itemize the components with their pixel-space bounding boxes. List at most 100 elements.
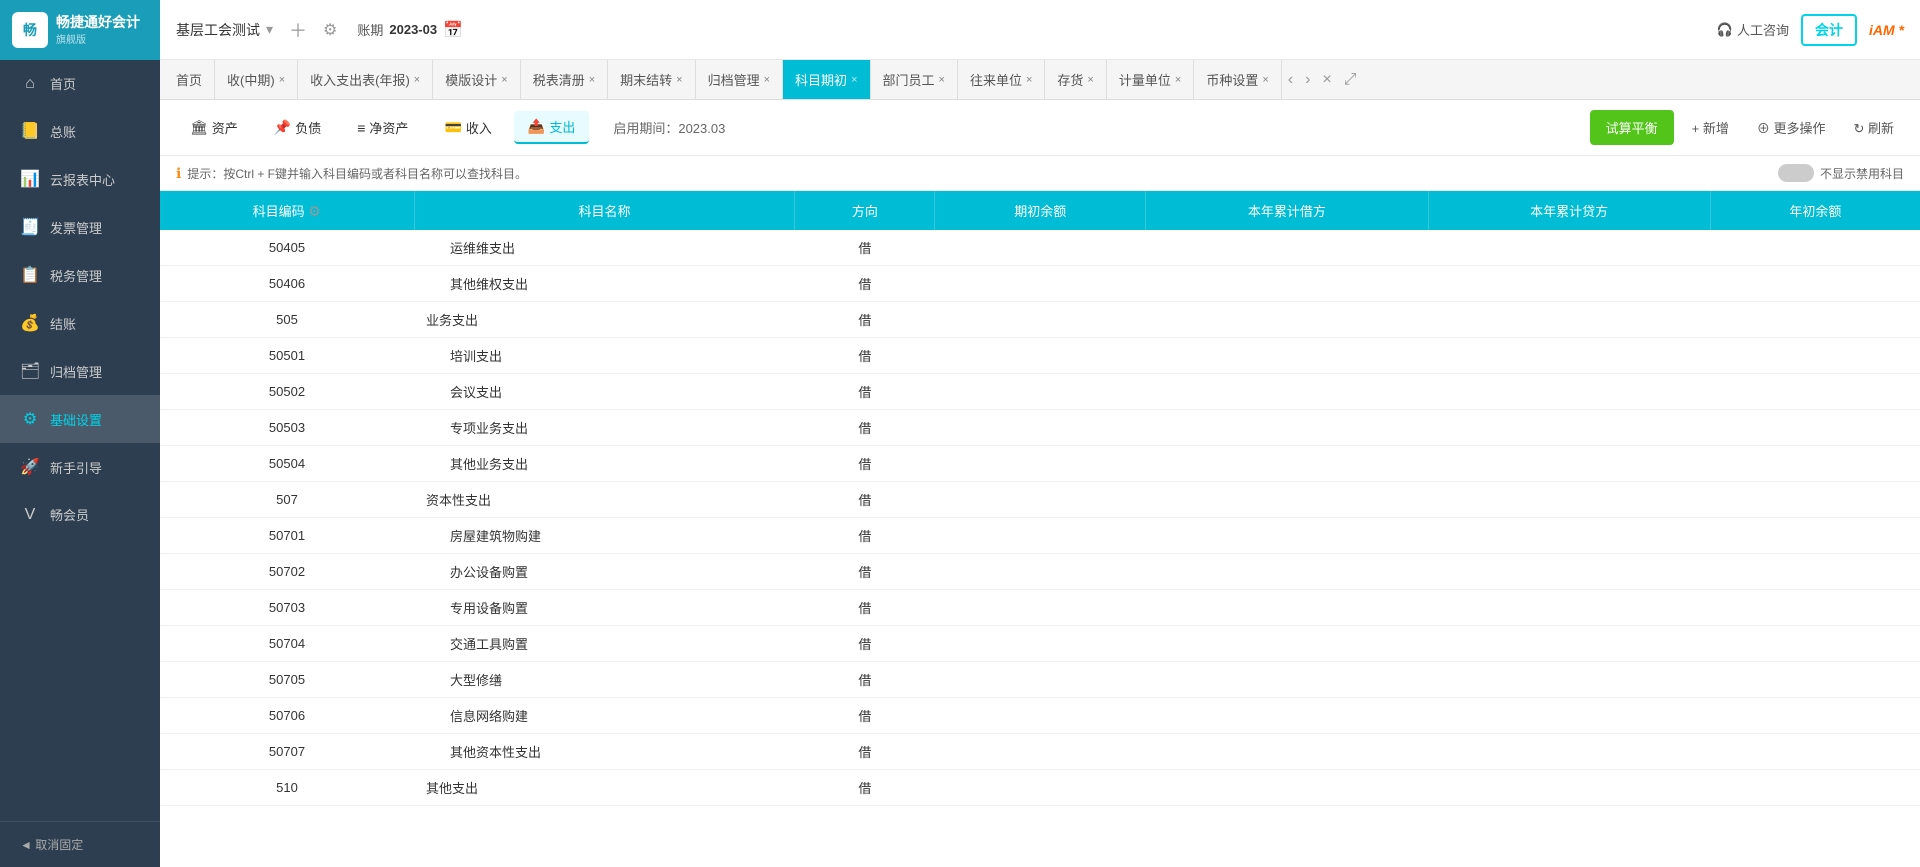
tab-close-subject_init[interactable]: × <box>851 74 857 86</box>
sub-header-actions: 试算平衡 + 新增 ⊕ 更多操作↻ 刷新 <box>1590 110 1904 145</box>
tab-label-measure_unit: 计量单位 <box>1119 70 1171 89</box>
tip-text: ℹ 提示：按Ctrl + F键并输入科目编码或者科目名称可以查找科目。 <box>176 165 527 182</box>
row-code: 50703 <box>160 590 414 626</box>
category-asset[interactable]: 🏛 资产 <box>176 112 252 143</box>
tab-close-dept_staff[interactable]: × <box>939 74 945 86</box>
tab-close-inventory[interactable]: × <box>1087 74 1093 86</box>
sidebar-item-settle[interactable]: 💰 结账 <box>0 299 160 347</box>
sidebar-item-settings[interactable]: ⚙ 基础设置 <box>0 395 160 443</box>
table-row[interactable]: 50707 其他资本性支出 借 <box>160 734 1920 770</box>
topbar: 基层工会测试 ▾ ＋ ⚙ 账期 2023-03 📅 🎧 人工咨询 会计 iAM … <box>160 0 1920 60</box>
tab-close-all[interactable]: × <box>1316 60 1337 100</box>
category-label-asset: 资产 <box>212 118 238 137</box>
sidebar-item-guide[interactable]: 🚀 新手引导 <box>0 443 160 491</box>
row-opening <box>935 482 1146 518</box>
tab-close-period_report[interactable]: × <box>279 74 285 86</box>
row-opening <box>935 590 1146 626</box>
sidebar-label-invoice: 发票管理 <box>50 218 102 237</box>
category-liability[interactable]: 📌 负债 <box>260 112 335 143</box>
table-row[interactable]: 510 其他支出 借 <box>160 770 1920 806</box>
table-row[interactable]: 50703 专用设备购置 借 <box>160 590 1920 626</box>
calendar-icon[interactable]: 📅 <box>443 20 463 40</box>
sidebar-item-tax[interactable]: 📋 税务管理 <box>0 251 160 299</box>
sidebar-item-member[interactable]: V 畅会员 <box>0 491 160 538</box>
tab-close-period_close[interactable]: × <box>676 74 682 86</box>
disabled-toggle[interactable] <box>1778 164 1814 182</box>
sidebar-item-home[interactable]: ⌂ 首页 <box>0 60 160 107</box>
tab-scroll-right[interactable]: › <box>1299 60 1316 100</box>
tab-archive_mgr[interactable]: 归档管理× <box>696 60 783 100</box>
add-tab-button[interactable]: ＋ <box>285 17 311 43</box>
category-expense[interactable]: 📤 支出 <box>514 111 589 144</box>
table-row[interactable]: 50702 办公设备购置 借 <box>160 554 1920 590</box>
tab-period_close[interactable]: 期末结转× <box>608 60 695 100</box>
row-ytd-debit <box>1146 482 1428 518</box>
column-settings-icon[interactable]: ⚙ <box>308 203 321 219</box>
tab-annual_report[interactable]: 收入支出表(年报)× <box>298 60 433 100</box>
table-row[interactable]: 50701 房屋建筑物购建 借 <box>160 518 1920 554</box>
tab-expand[interactable]: ⤢ <box>1338 60 1363 100</box>
tab-close-archive_mgr[interactable]: × <box>764 74 770 86</box>
more-button[interactable]: ⊕ 更多操作 <box>1747 112 1836 143</box>
row-ytd-debit <box>1146 518 1428 554</box>
row-code: 50704 <box>160 626 414 662</box>
row-ytd-debit <box>1146 770 1428 806</box>
chevron-down-icon[interactable]: ▾ <box>266 21 273 38</box>
sidebar-item-invoice[interactable]: 🧾 发票管理 <box>0 203 160 251</box>
row-opening <box>935 302 1146 338</box>
row-ytd-credit <box>1428 662 1710 698</box>
row-year-opening <box>1710 446 1920 482</box>
refresh-button[interactable]: ↻ 刷新 <box>1843 112 1904 143</box>
sidebar-footer[interactable]: ◄ 取消固定 <box>0 821 160 867</box>
table-row[interactable]: 50704 交通工具购置 借 <box>160 626 1920 662</box>
company-selector[interactable]: 基层工会测试 ▾ <box>176 20 273 40</box>
tab-period_report[interactable]: 收(中期)× <box>215 60 298 100</box>
reports-icon: 📊 <box>20 169 40 189</box>
tab-close-annual_report[interactable]: × <box>414 74 420 86</box>
category-income[interactable]: 💳 收入 <box>430 112 505 143</box>
row-ytd-debit <box>1146 554 1428 590</box>
sidebar-item-ledger[interactable]: 📒 总账 <box>0 107 160 155</box>
account-button[interactable]: 会计 <box>1801 14 1857 46</box>
balance-button[interactable]: 试算平衡 <box>1590 110 1674 145</box>
row-ytd-credit <box>1428 518 1710 554</box>
tab-close-template[interactable]: × <box>501 74 507 86</box>
sidebar-item-archive[interactable]: 🗂 归档管理 <box>0 347 160 395</box>
table-row[interactable]: 507 资本性支出 借 <box>160 482 1920 518</box>
add-button[interactable]: + 新增 <box>1682 112 1739 143</box>
table-row[interactable]: 50405 运维维支出 借 <box>160 230 1920 266</box>
support-button[interactable]: 🎧 人工咨询 <box>1717 20 1789 39</box>
tab-tax_clear[interactable]: 税表清册× <box>521 60 608 100</box>
table-row[interactable]: 50504 其他业务支出 借 <box>160 446 1920 482</box>
sidebar-item-reports[interactable]: 📊 云报表中心 <box>0 155 160 203</box>
table-row[interactable]: 50406 其他维权支出 借 <box>160 266 1920 302</box>
tab-close-currency[interactable]: × <box>1262 74 1268 86</box>
category-net_asset[interactable]: ≡ 净资产 <box>343 112 422 143</box>
row-code: 505 <box>160 302 414 338</box>
row-year-opening <box>1710 770 1920 806</box>
table-row[interactable]: 50706 信息网络购建 借 <box>160 698 1920 734</box>
table-row[interactable]: 505 业务支出 借 <box>160 302 1920 338</box>
table-container[interactable]: 科目编码 ⚙ 科目名称 方向 期初余额 本年累计借方 本年累计贷方 年初余额 5… <box>160 191 1920 867</box>
row-ytd-credit <box>1428 554 1710 590</box>
row-direction: 借 <box>795 662 935 698</box>
table-row[interactable]: 50501 培训支出 借 <box>160 338 1920 374</box>
tab-scroll-left[interactable]: ‹ <box>1282 60 1299 100</box>
tab-close-measure_unit[interactable]: × <box>1175 74 1181 86</box>
table-row[interactable]: 50705 大型修缮 借 <box>160 662 1920 698</box>
ledger-icon: 📒 <box>20 121 40 141</box>
settings-icon[interactable]: ⚙ <box>323 20 337 40</box>
tab-template[interactable]: 模版设计× <box>433 60 520 100</box>
tab-measure_unit[interactable]: 计量单位 × <box>1107 60 1194 100</box>
tab-inventory[interactable]: 存货× <box>1045 60 1106 100</box>
tab-home[interactable]: 首页 <box>164 60 215 100</box>
tab-currency[interactable]: 币种设置× <box>1194 60 1281 100</box>
tab-close-counterpart[interactable]: × <box>1026 74 1032 86</box>
tab-subject_init[interactable]: 科目期初× <box>783 60 870 100</box>
tab-counterpart[interactable]: 往来单位× <box>958 60 1045 100</box>
tab-dept_staff[interactable]: 部门员工× <box>871 60 958 100</box>
row-direction: 借 <box>795 482 935 518</box>
table-row[interactable]: 50503 专项业务支出 借 <box>160 410 1920 446</box>
tab-close-tax_clear[interactable]: × <box>589 74 595 86</box>
table-row[interactable]: 50502 会议支出 借 <box>160 374 1920 410</box>
